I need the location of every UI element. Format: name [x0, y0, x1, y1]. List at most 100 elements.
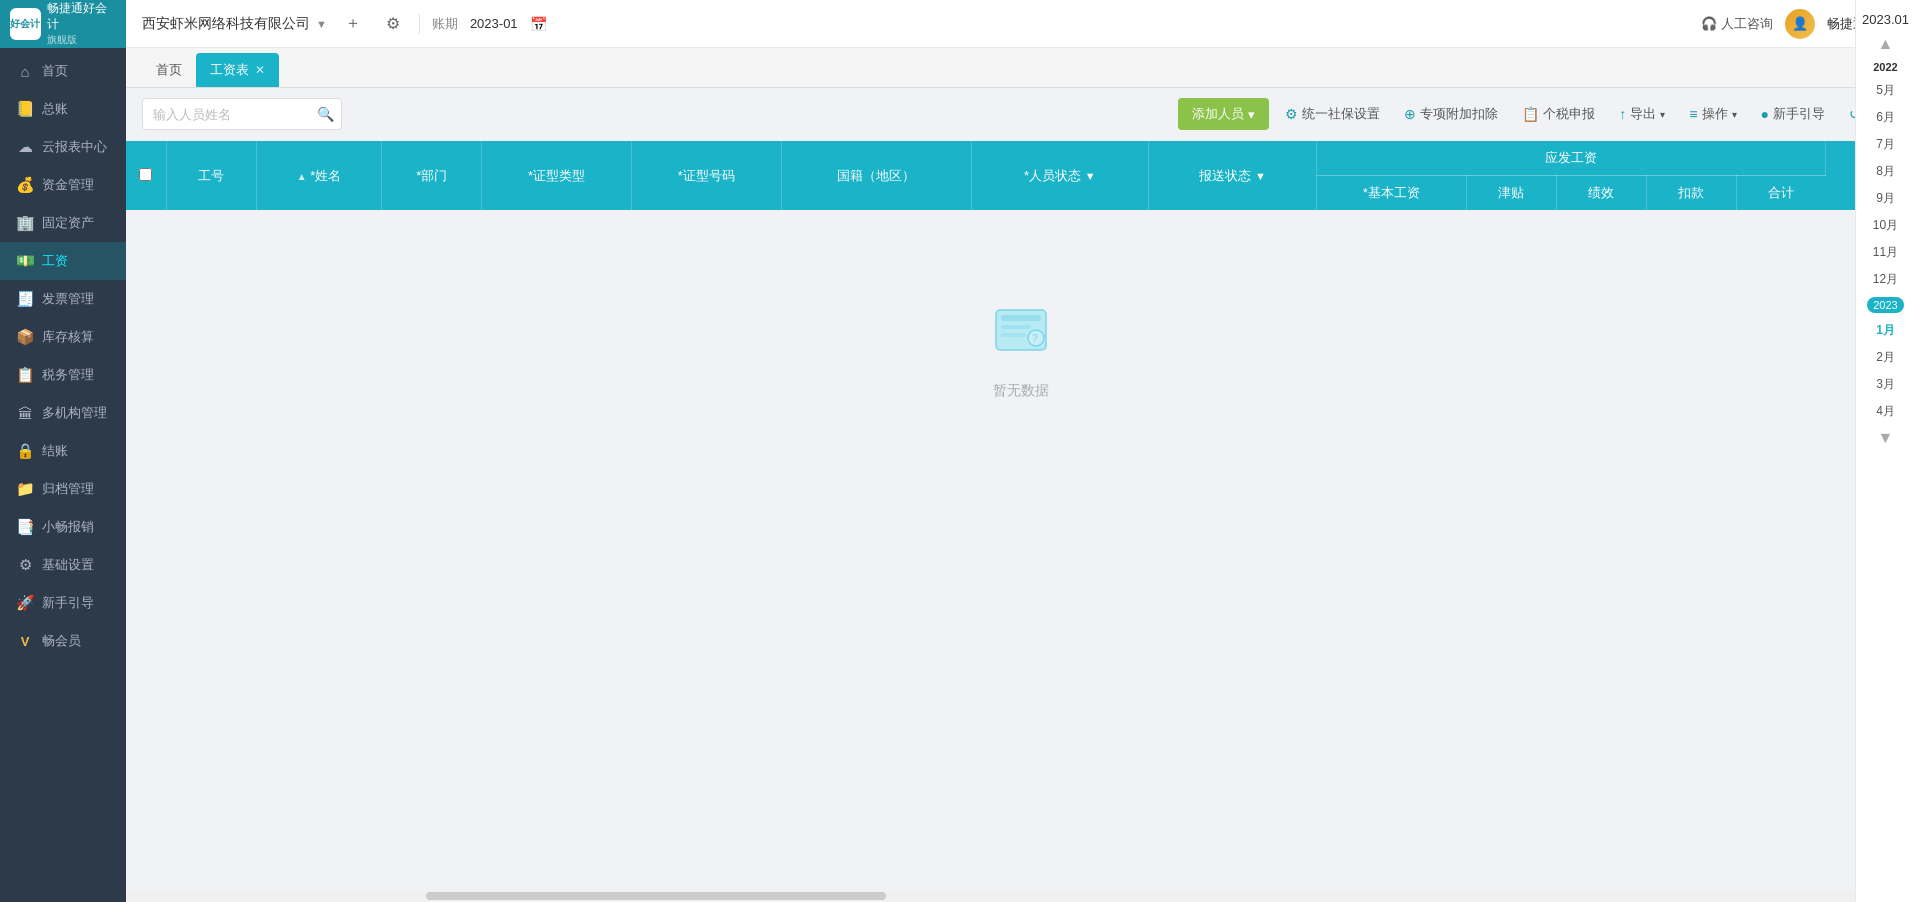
sidebar-item-cloud-report[interactable]: ☁ 云报表中心 [0, 128, 126, 166]
period-value: 2023-01 [470, 16, 518, 31]
sidebar-item-label: 发票管理 [42, 290, 94, 308]
social-security-icon: ⚙ [1285, 106, 1298, 122]
month-12[interactable]: 12月 [1856, 266, 1915, 293]
add-company-button[interactable]: ＋ [339, 10, 367, 38]
service-button[interactable]: 🎧 人工咨询 [1701, 15, 1773, 33]
month-8[interactable]: 8月 [1856, 158, 1915, 185]
th-deduct-label: 扣款 [1678, 185, 1704, 200]
timeline-next-button[interactable]: ▼ [1874, 425, 1898, 451]
th-employee-id-label: 工号 [198, 168, 224, 183]
deduction-icon: ⊕ [1404, 106, 1416, 122]
sidebar-item-multi-org[interactable]: 🏛 多机构管理 [0, 394, 126, 432]
current-year-badge[interactable]: 2023 [1867, 297, 1903, 313]
member-icon: V [16, 632, 34, 650]
th-cert-type: *证型类型 [482, 141, 632, 210]
archive-icon: 📁 [16, 480, 34, 498]
svg-text:?: ? [1032, 333, 1038, 344]
add-person-button[interactable]: 添加人员 ▾ [1178, 98, 1269, 130]
topbar-divider [419, 14, 420, 34]
sidebar-item-label: 固定资产 [42, 214, 94, 232]
export-icon: ↑ [1619, 106, 1626, 122]
sidebar-item-archive[interactable]: 📁 归档管理 [0, 470, 126, 508]
service-label: 人工咨询 [1721, 15, 1773, 33]
operate-icon: ≡ [1689, 106, 1697, 122]
sidebar-item-salary[interactable]: 💵 工资 [0, 242, 126, 280]
month-6[interactable]: 6月 [1856, 104, 1915, 131]
sidebar-item-settings[interactable]: ⚙ 基础设置 [0, 546, 126, 584]
sidebar-item-ledger[interactable]: 📒 总账 [0, 90, 126, 128]
month-7[interactable]: 7月 [1856, 131, 1915, 158]
sidebar-item-fund[interactable]: 💰 资金管理 [0, 166, 126, 204]
sidebar-item-home[interactable]: ⌂ 首页 [0, 52, 126, 90]
sidebar-item-guide[interactable]: 🚀 新手引导 [0, 584, 126, 622]
sidebar-item-label: 云报表中心 [42, 138, 107, 156]
month-10[interactable]: 10月 [1856, 212, 1915, 239]
tax-declare-icon: 📋 [1522, 106, 1539, 122]
sidebar-item-fixed-assets[interactable]: 🏢 固定资产 [0, 204, 126, 242]
guide-icon: 🚀 [16, 594, 34, 612]
th-base-salary-label: *基本工资 [1363, 185, 1420, 200]
settings-button[interactable]: ⚙ [379, 10, 407, 38]
status-filter-icon[interactable]: ▼ [1085, 170, 1096, 182]
deduction-button[interactable]: ⊕ 专项附加扣除 [1396, 101, 1506, 127]
month-11[interactable]: 11月 [1856, 239, 1915, 266]
ledger-icon: 📒 [16, 100, 34, 118]
fund-icon: 💰 [16, 176, 34, 194]
sidebar-item-invoice[interactable]: 🧾 发票管理 [0, 280, 126, 318]
th-name: ▲ *姓名 [256, 141, 382, 210]
deduction-label: 专项附加扣除 [1420, 105, 1498, 123]
sidebar-item-expense[interactable]: 📑 小畅报销 [0, 508, 126, 546]
select-all-checkbox[interactable] [139, 168, 152, 181]
sidebar-item-tax[interactable]: 📋 税务管理 [0, 356, 126, 394]
search-wrap: 🔍 [142, 98, 342, 130]
month-2023-4[interactable]: 4月 [1856, 398, 1915, 425]
tab-home[interactable]: 首页 [142, 53, 196, 87]
table-scrollbar[interactable] [426, 892, 886, 900]
close-period-icon: 🔒 [16, 442, 34, 460]
search-input[interactable] [142, 98, 342, 130]
add-person-label: 添加人员 [1192, 105, 1244, 123]
month-2023-3[interactable]: 3月 [1856, 371, 1915, 398]
svg-rect-1 [1001, 315, 1041, 321]
svg-rect-3 [1001, 333, 1026, 337]
month-2023-2[interactable]: 2月 [1856, 344, 1915, 371]
operate-button[interactable]: ≡ 操作 ▾ [1681, 101, 1744, 127]
month-2023-1[interactable]: 1月 [1856, 317, 1915, 344]
sort-up-icon: ▲ [297, 171, 307, 182]
tab-salary-label: 工资表 [210, 61, 249, 79]
sidebar-item-member[interactable]: V 畅会员 [0, 622, 126, 660]
month-5[interactable]: 5月 [1856, 88, 1915, 104]
expense-icon: 📑 [16, 518, 34, 536]
calendar-icon[interactable]: 📅 [530, 16, 547, 32]
tab-close-icon[interactable]: ✕ [255, 63, 265, 77]
th-salary-group: 应发工资 [1316, 141, 1825, 176]
report-filter-icon[interactable]: ▼ [1255, 170, 1266, 182]
salary-table: 工号 ▲ *姓名 *部门 *证型类型 [126, 141, 1915, 210]
multi-org-icon: 🏛 [16, 404, 34, 422]
social-security-button[interactable]: ⚙ 统一社保设置 [1277, 101, 1388, 127]
guide-button[interactable]: ● 新手引导 [1753, 101, 1833, 127]
svg-rect-2 [1001, 325, 1031, 329]
guide-label: 新手引导 [1773, 105, 1825, 123]
period-label: 账期 [432, 15, 458, 33]
company-selector[interactable]: 西安虾米网络科技有限公司 ▼ [142, 15, 327, 33]
th-total: 合计 [1737, 176, 1826, 211]
sidebar-logo: 好会计 畅捷通好会计 旗舰版 [0, 0, 126, 48]
search-button[interactable]: 🔍 [317, 106, 334, 122]
month-9[interactable]: 9月 [1856, 185, 1915, 212]
export-button[interactable]: ↑ 导出 ▾ [1611, 101, 1673, 127]
sidebar-item-close[interactable]: 🔒 结账 [0, 432, 126, 470]
th-performance: 绩效 [1556, 176, 1646, 211]
th-report-status: 报送状态 ▼ [1149, 141, 1317, 210]
th-cert-no: *证型号码 [631, 141, 781, 210]
fixed-assets-icon: 🏢 [16, 214, 34, 232]
tax-declare-button[interactable]: 📋 个税申报 [1514, 101, 1603, 127]
sidebar-item-label: 归档管理 [42, 480, 94, 498]
tab-salary-table[interactable]: 工资表 ✕ [196, 53, 279, 87]
select-all-header [126, 141, 166, 210]
sidebar-item-inventory[interactable]: 📦 库存核算 [0, 318, 126, 356]
logo-icon: 好会计 [10, 8, 41, 40]
th-dept-label: *部门 [416, 168, 447, 183]
sidebar-item-label: 结账 [42, 442, 68, 460]
empty-icon: ? [981, 290, 1061, 370]
